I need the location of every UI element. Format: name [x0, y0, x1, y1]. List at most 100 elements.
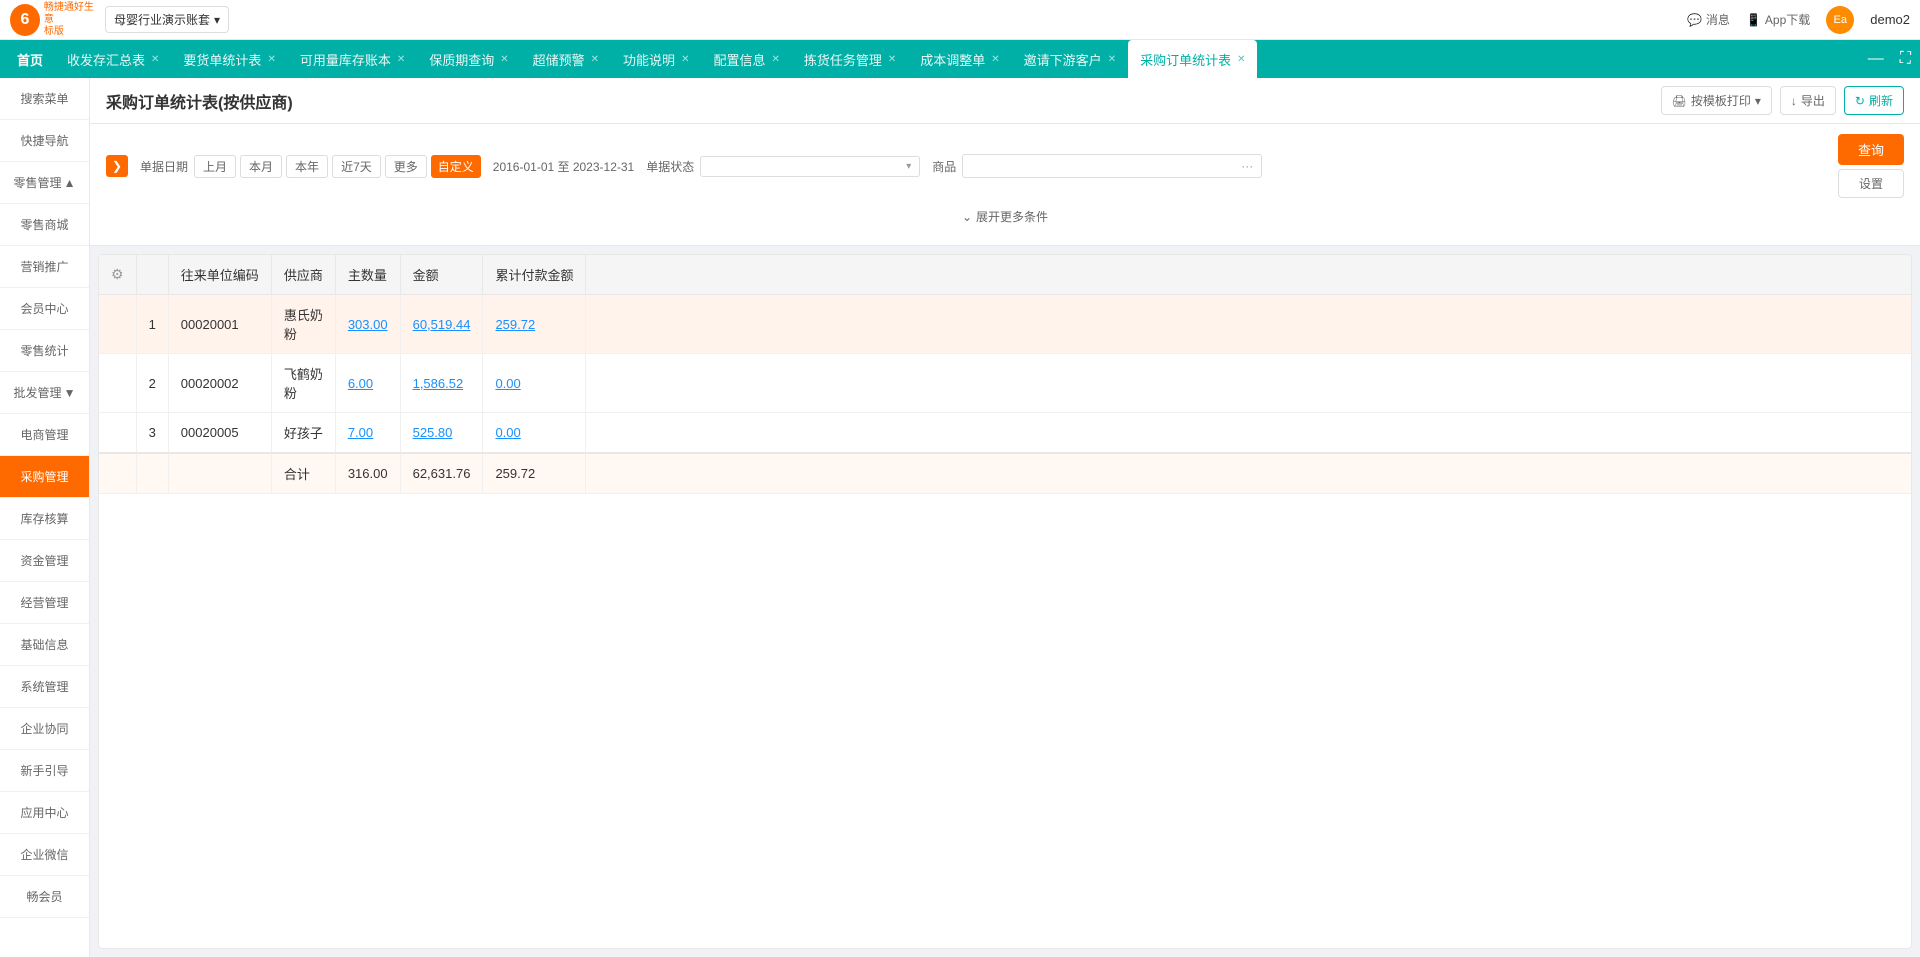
footer-label [168, 453, 271, 494]
tab-config-info-close[interactable]: ✕ [771, 54, 779, 65]
sidebar-item-enterprise-collab[interactable]: 企业协同 [0, 708, 89, 750]
cell-amount[interactable]: 1,586.52 [400, 354, 483, 413]
sidebar-item-ops-mgmt[interactable]: 经营管理 [0, 582, 89, 624]
filter-toggle-btn[interactable]: ❯ [106, 155, 128, 177]
tab-purchase-stats-close[interactable]: ✕ [1237, 54, 1245, 65]
footer-qty: 316.00 [335, 453, 400, 494]
avatar-initials: Ea [1834, 14, 1847, 26]
tab-overstock-alert-close[interactable]: ✕ [591, 54, 599, 65]
tab-home-label: 首页 [17, 50, 43, 69]
message-btn[interactable]: 💬 消息 [1687, 11, 1730, 28]
sidebar-item-quick-nav[interactable]: 快捷导航 [0, 120, 89, 162]
nav-minimize-btn[interactable]: — [1864, 46, 1888, 72]
print-btn[interactable]: 🖨 按模板打印 ▾ [1661, 86, 1772, 115]
cell-supplier-name: 惠氏奶粉 [271, 295, 335, 354]
tab-func-desc[interactable]: 功能说明 ✕ [611, 40, 701, 78]
tab-collect-pay-close[interactable]: ✕ [151, 54, 159, 65]
sidebar-item-retail-stats[interactable]: 零售统计 [0, 330, 89, 372]
tab-func-desc-label: 功能说明 [623, 50, 675, 69]
goods-select[interactable]: ··· [962, 154, 1262, 178]
sidebar-item-wholesale-mgmt[interactable]: 批发管理 ▼ [0, 372, 89, 414]
tab-demand-stats[interactable]: 要货单统计表 ✕ [171, 40, 287, 78]
cell-qty[interactable]: 303.00 [335, 295, 400, 354]
cell-supplier-code: 00020001 [168, 295, 271, 354]
sidebar-item-retail-mgmt[interactable]: 零售管理 ▲ [0, 162, 89, 204]
refresh-icon: ↻ [1855, 94, 1865, 108]
sidebar-item-ecom-mgmt[interactable]: 电商管理 [0, 414, 89, 456]
sidebar-item-member-center[interactable]: 会员中心 [0, 288, 89, 330]
cell-supplier-name: 好孩子 [271, 413, 335, 454]
date-btn-custom[interactable]: 自定义 [431, 155, 481, 178]
th-qty: 主数量 [335, 255, 400, 295]
print-btn-label: 按模板打印 [1691, 92, 1751, 109]
tab-invite-downstream[interactable]: 邀请下游客户 ✕ [1012, 40, 1128, 78]
export-btn[interactable]: ↓ 导出 [1780, 86, 1836, 115]
nav-tabs: 首页 收发存汇总表 ✕ 要货单统计表 ✕ 可用量库存账本 ✕ 保质期查询 ✕ 超… [0, 40, 1920, 78]
sidebar-item-stock-check[interactable]: 库存核算 [0, 498, 89, 540]
tab-collect-pay[interactable]: 收发存汇总表 ✕ [55, 40, 171, 78]
refresh-btn-label: 刷新 [1869, 92, 1893, 109]
cell-supplier-code: 00020005 [168, 413, 271, 454]
tab-pick-task-close[interactable]: ✕ [888, 54, 896, 65]
th-paid-amount: 累计付款金额 [483, 255, 586, 295]
export-icon: ↓ [1791, 94, 1797, 108]
tab-purchase-stats[interactable]: 采购订单统计表 ✕ [1128, 40, 1257, 78]
tab-shelf-life-close[interactable]: ✕ [500, 54, 508, 65]
cell-qty[interactable]: 6.00 [335, 354, 400, 413]
cell-paid-amount[interactable]: 0.00 [483, 413, 586, 454]
settings-gear-icon[interactable]: ⚙ [111, 266, 124, 282]
sidebar-item-basic-info[interactable]: 基础信息 [0, 624, 89, 666]
tab-cost-adjust-close[interactable]: ✕ [991, 54, 999, 65]
sidebar-item-retail-shop[interactable]: 零售商城 [0, 204, 89, 246]
th-settings[interactable]: ⚙ [99, 255, 136, 295]
status-select[interactable]: ▾ [700, 156, 920, 177]
sidebar-item-new-guide[interactable]: 新手引导 [0, 750, 89, 792]
tab-available-stock-label: 可用量库存账本 [300, 50, 391, 69]
tab-pick-task[interactable]: 拣货任务管理 ✕ [792, 40, 908, 78]
query-btn[interactable]: 查询 [1838, 134, 1904, 165]
status-select-arrow: ▾ [906, 161, 911, 172]
tab-available-stock-close[interactable]: ✕ [397, 54, 405, 65]
date-btn-more[interactable]: 更多 [385, 155, 427, 178]
date-btn-this-month[interactable]: 本月 [240, 155, 282, 178]
tab-home[interactable]: 首页 [5, 40, 55, 78]
tab-overstock-alert[interactable]: 超储预警 ✕ [521, 40, 611, 78]
sidebar-item-enterprise-wechat[interactable]: 企业微信 [0, 834, 89, 876]
tab-demand-stats-close[interactable]: ✕ [267, 54, 275, 65]
nav-maximize-btn[interactable]: ⛶ [1896, 46, 1915, 72]
sidebar-item-marketing[interactable]: 营销推广 [0, 246, 89, 288]
logo-icon: 6 [10, 4, 40, 36]
date-btn-last-month[interactable]: 上月 [194, 155, 236, 178]
sidebar-item-purchase-mgmt[interactable]: 采购管理 [0, 456, 89, 498]
cell-paid-amount[interactable]: 0.00 [483, 354, 586, 413]
sidebar-item-finance-mgmt[interactable]: 资金管理 [0, 540, 89, 582]
cell-paid-amount[interactable]: 259.72 [483, 295, 586, 354]
sidebar-item-sys-mgmt[interactable]: 系统管理 [0, 666, 89, 708]
sidebar: 搜索菜单 快捷导航 零售管理 ▲ 零售商城 营销推广 会员中心 零售统计 批发管… [0, 78, 90, 957]
date-btn-this-year[interactable]: 本年 [286, 155, 328, 178]
tab-config-info-label: 配置信息 [713, 50, 765, 69]
avatar[interactable]: Ea [1826, 6, 1854, 34]
cell-qty[interactable]: 7.00 [335, 413, 400, 454]
date-btn-7days[interactable]: 近7天 [332, 155, 381, 178]
expand-more-btn[interactable]: ⌄ 展开更多条件 [950, 204, 1060, 229]
sidebar-item-app-center[interactable]: 应用中心 [0, 792, 89, 834]
refresh-btn[interactable]: ↻ 刷新 [1844, 86, 1904, 115]
cell-amount[interactable]: 60,519.44 [400, 295, 483, 354]
tab-invite-downstream-label: 邀请下游客户 [1024, 50, 1102, 69]
tab-shelf-life-label: 保质期查询 [429, 50, 494, 69]
th-index [136, 255, 168, 295]
tab-config-info[interactable]: 配置信息 ✕ [701, 40, 791, 78]
cell-amount[interactable]: 525.80 [400, 413, 483, 454]
th-supplier-name: 供应商 [271, 255, 335, 295]
sidebar-item-search[interactable]: 搜索菜单 [0, 78, 89, 120]
app-download-btn[interactable]: 📱 App下载 [1746, 11, 1810, 28]
tab-func-desc-close[interactable]: ✕ [681, 54, 689, 65]
tab-shelf-life[interactable]: 保质期查询 ✕ [417, 40, 520, 78]
tab-cost-adjust[interactable]: 成本调整单 ✕ [908, 40, 1011, 78]
tab-invite-downstream-close[interactable]: ✕ [1108, 54, 1116, 65]
settings-btn[interactable]: 设置 [1838, 169, 1904, 198]
sidebar-item-vip[interactable]: 畅会员 [0, 876, 89, 918]
tab-available-stock[interactable]: 可用量库存账本 ✕ [288, 40, 417, 78]
workspace-selector[interactable]: 母婴行业演示账套 ▾ [105, 6, 229, 33]
